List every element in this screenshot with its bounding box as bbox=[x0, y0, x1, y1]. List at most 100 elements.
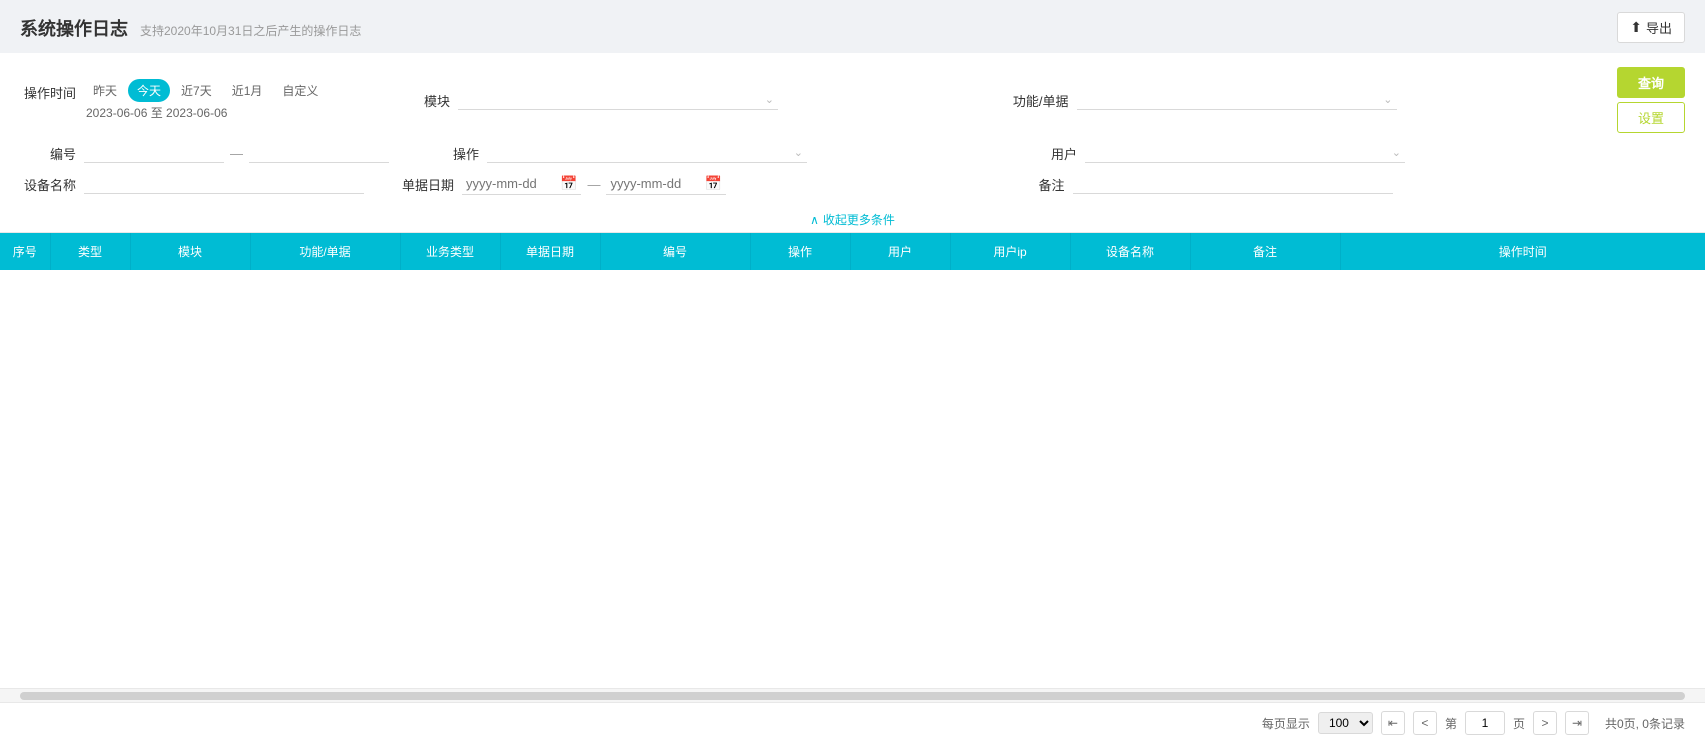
time-filter-group: 操作时间 昨天 今天 近7天 近1月 自定义 2023-06-06 至 2023… bbox=[20, 79, 360, 121]
operation-dropdown[interactable]: ⌄ bbox=[487, 143, 807, 163]
prev-page-button[interactable]: < bbox=[1413, 711, 1437, 735]
module-filter: 模块 ⌄ bbox=[380, 90, 979, 110]
date-range-display: 2023-06-06 至 2023-06-06 bbox=[86, 104, 327, 121]
date-dash: — bbox=[587, 177, 600, 192]
collapse-chevron-icon: ∧ bbox=[810, 213, 819, 227]
filter-row-3: 设备名称 单据日期 📅 — 📅 备注 bbox=[20, 173, 1685, 195]
date-from-wrap: 📅 bbox=[462, 173, 581, 195]
time-btn-7days[interactable]: 近7天 bbox=[172, 79, 221, 102]
col-user-ip: 用户ip bbox=[950, 233, 1070, 270]
filter-panel: 操作时间 昨天 今天 近7天 近1月 自定义 2023-06-06 至 2023… bbox=[0, 53, 1705, 205]
col-user: 用户 bbox=[850, 233, 950, 270]
module-chevron-icon: ⌄ bbox=[765, 93, 774, 106]
export-button[interactable]: ⬆ 导出 bbox=[1617, 12, 1685, 43]
function-label: 功能/单据 bbox=[999, 91, 1069, 110]
module-dropdown[interactable]: ⌄ bbox=[458, 90, 778, 110]
export-icon: ⬆ bbox=[1630, 19, 1642, 36]
page-container: 系统操作日志 支持2020年10月31日之后产生的操作日志 ⬆ 导出 操作时间 … bbox=[0, 0, 1705, 743]
voucher-date-filter: 单据日期 📅 — 📅 bbox=[384, 173, 975, 195]
device-label: 设备名称 bbox=[20, 175, 76, 194]
module-input[interactable] bbox=[462, 92, 761, 107]
first-page-button[interactable]: ⇤ bbox=[1381, 711, 1405, 735]
time-label: 操作时间 bbox=[20, 83, 76, 102]
settings-button[interactable]: 设置 bbox=[1617, 102, 1685, 133]
code-from-input[interactable] bbox=[84, 143, 224, 163]
col-type: 类型 bbox=[50, 233, 130, 270]
user-chevron-icon: ⌄ bbox=[1392, 146, 1401, 159]
main-content: 序号 类型 模块 功能/单据 业务类型 单据日期 编号 操作 用户 用户ip 设… bbox=[0, 233, 1705, 743]
remark-input[interactable] bbox=[1073, 174, 1393, 194]
table-header: 序号 类型 模块 功能/单据 业务类型 单据日期 编号 操作 用户 用户ip 设… bbox=[0, 233, 1705, 270]
export-label: 导出 bbox=[1646, 18, 1672, 37]
col-function: 功能/单据 bbox=[250, 233, 400, 270]
operation-input[interactable] bbox=[491, 145, 790, 160]
data-table: 序号 类型 模块 功能/单据 业务类型 单据日期 编号 操作 用户 用户ip 设… bbox=[0, 233, 1705, 270]
col-device: 设备名称 bbox=[1070, 233, 1190, 270]
remark-filter: 备注 bbox=[995, 174, 1586, 194]
code-dash: — bbox=[230, 146, 243, 161]
user-filter: 用户 ⌄ bbox=[1007, 143, 1585, 163]
collapse-bar: ∧ 收起更多条件 bbox=[0, 205, 1705, 233]
module-label: 模块 bbox=[380, 91, 450, 110]
calendar-from-icon[interactable]: 📅 bbox=[560, 175, 577, 192]
page-title: 系统操作日志 bbox=[20, 15, 128, 41]
per-page-select[interactable]: 50 100 200 500 bbox=[1318, 712, 1373, 734]
user-input[interactable] bbox=[1089, 145, 1388, 160]
filter-row-1: 操作时间 昨天 今天 近7天 近1月 自定义 2023-06-06 至 2023… bbox=[20, 67, 1685, 133]
col-module: 模块 bbox=[130, 233, 250, 270]
function-filter: 功能/单据 ⌄ bbox=[999, 90, 1598, 110]
pagination-total: 共0页, 0条记录 bbox=[1605, 715, 1685, 732]
page-label: 第 bbox=[1445, 715, 1457, 732]
col-remark: 备注 bbox=[1190, 233, 1340, 270]
code-to-input[interactable] bbox=[249, 143, 389, 163]
time-options: 昨天 今天 近7天 近1月 自定义 2023-06-06 至 2023-06-0… bbox=[84, 79, 327, 121]
code-filter: 编号 — bbox=[20, 143, 389, 163]
time-btn-today[interactable]: 今天 bbox=[128, 79, 170, 102]
page-number-input[interactable] bbox=[1465, 711, 1505, 735]
time-btn-custom[interactable]: 自定义 bbox=[273, 79, 327, 102]
function-input[interactable] bbox=[1081, 92, 1380, 107]
date-to-input[interactable] bbox=[610, 176, 700, 191]
calendar-to-icon[interactable]: 📅 bbox=[704, 175, 721, 192]
user-dropdown[interactable]: ⌄ bbox=[1085, 143, 1405, 163]
time-buttons-row: 昨天 今天 近7天 近1月 自定义 bbox=[84, 79, 327, 102]
col-voucher-date: 单据日期 bbox=[500, 233, 600, 270]
time-btn-yesterday[interactable]: 昨天 bbox=[84, 79, 126, 102]
remark-label: 备注 bbox=[995, 175, 1065, 194]
time-btn-1month[interactable]: 近1月 bbox=[223, 79, 272, 102]
col-business-type: 业务类型 bbox=[400, 233, 500, 270]
date-to-wrap: 📅 bbox=[606, 173, 725, 195]
operation-chevron-icon: ⌄ bbox=[794, 146, 803, 159]
pagination-bar: 每页显示 50 100 200 500 ⌄ ⇤ < 第 页 > ⇥ 共0页, 0… bbox=[0, 702, 1705, 743]
per-page-label: 每页显示 bbox=[1262, 715, 1310, 732]
col-op-time: 操作时间 bbox=[1340, 233, 1705, 270]
header-left: 系统操作日志 支持2020年10月31日之后产生的操作日志 bbox=[20, 15, 361, 41]
col-operation: 操作 bbox=[750, 233, 850, 270]
function-chevron-icon: ⌄ bbox=[1383, 93, 1392, 106]
operation-label: 操作 bbox=[409, 144, 479, 163]
collapse-label: 收起更多条件 bbox=[823, 211, 895, 228]
device-filter: 设备名称 bbox=[20, 174, 364, 194]
col-index: 序号 bbox=[0, 233, 50, 270]
operation-filter: 操作 ⌄ bbox=[409, 143, 987, 163]
table-container: 序号 类型 模块 功能/单据 业务类型 单据日期 编号 操作 用户 用户ip 设… bbox=[0, 233, 1705, 688]
date-from-input[interactable] bbox=[466, 176, 556, 191]
code-label: 编号 bbox=[20, 144, 76, 163]
device-input[interactable] bbox=[84, 174, 364, 194]
query-button[interactable]: 查询 bbox=[1617, 67, 1685, 98]
page-subtitle: 支持2020年10月31日之后产生的操作日志 bbox=[140, 22, 361, 39]
col-code: 编号 bbox=[600, 233, 750, 270]
page-suffix: 页 bbox=[1513, 715, 1525, 732]
function-dropdown[interactable]: ⌄ bbox=[1077, 90, 1397, 110]
page-header: 系统操作日志 支持2020年10月31日之后产生的操作日志 ⬆ 导出 bbox=[0, 0, 1705, 53]
user-label: 用户 bbox=[1007, 144, 1077, 163]
scrollbar-thumb[interactable] bbox=[20, 692, 1685, 700]
last-page-button[interactable]: ⇥ bbox=[1565, 711, 1589, 735]
filter-row-2: 编号 — 操作 ⌄ 用户 ⌄ bbox=[20, 143, 1685, 163]
action-buttons: 查询 设置 bbox=[1617, 67, 1685, 133]
table-header-row: 序号 类型 模块 功能/单据 业务类型 单据日期 编号 操作 用户 用户ip 设… bbox=[0, 233, 1705, 270]
next-page-button[interactable]: > bbox=[1533, 711, 1557, 735]
collapse-button[interactable]: ∧ 收起更多条件 bbox=[810, 211, 895, 228]
horizontal-scrollbar[interactable] bbox=[0, 688, 1705, 702]
voucher-date-label: 单据日期 bbox=[384, 175, 454, 194]
